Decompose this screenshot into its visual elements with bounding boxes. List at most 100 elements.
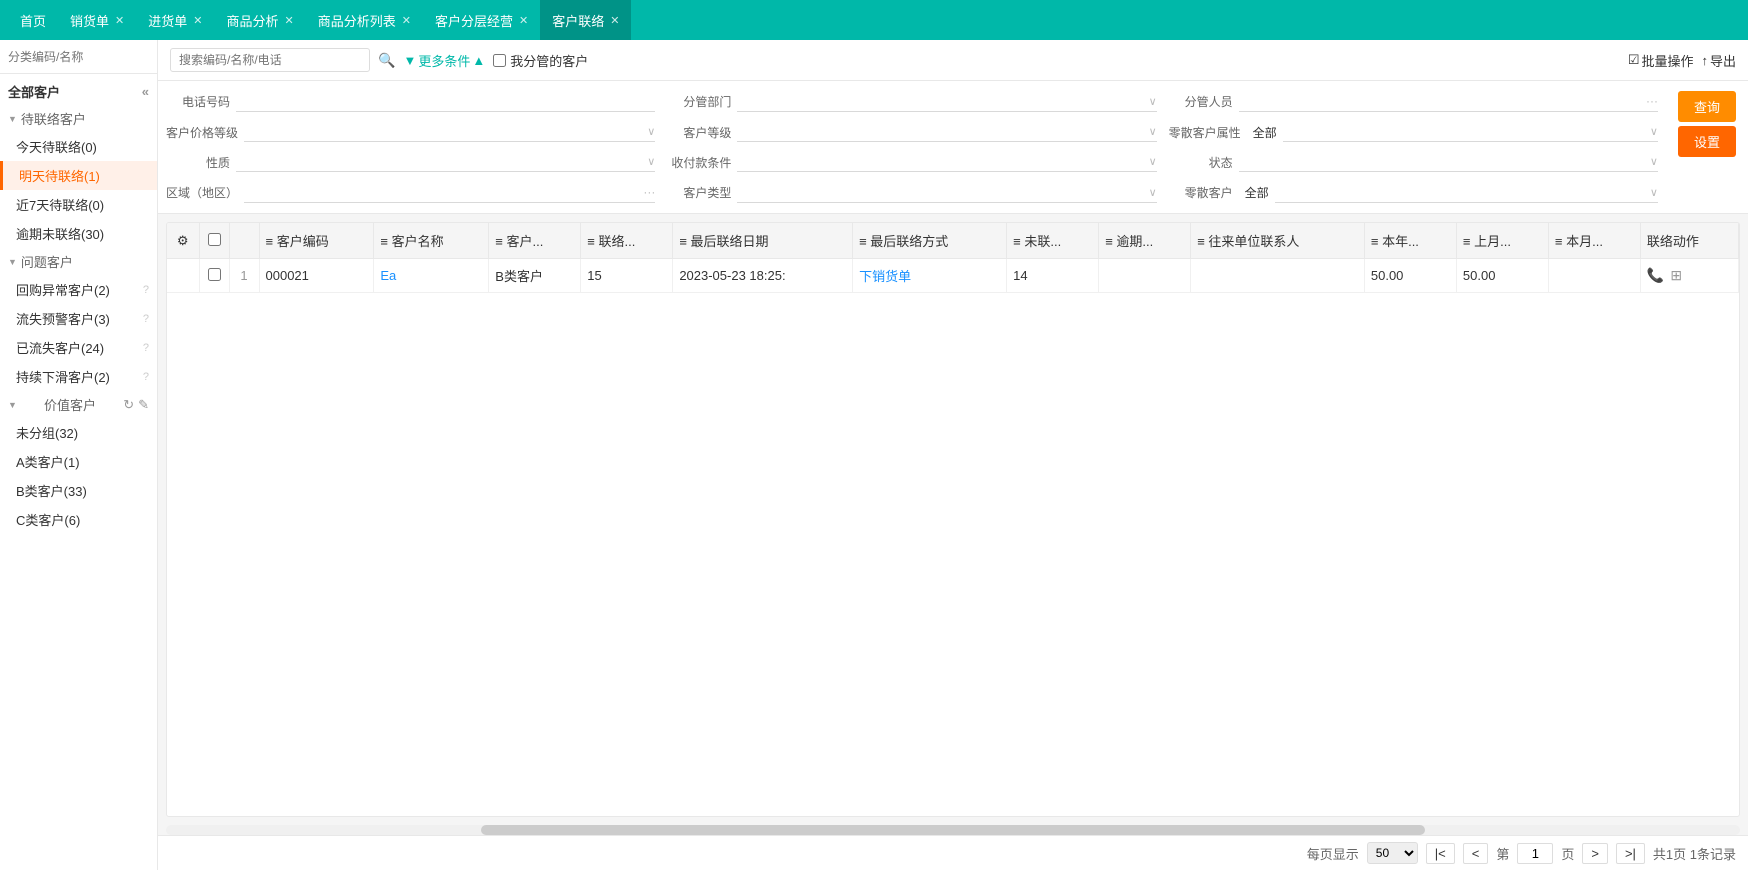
help-icon-lost-risk[interactable]: ? [143, 313, 149, 325]
close-goods-analysis-icon[interactable]: ✕ [285, 14, 294, 27]
filter-search-icon[interactable]: 🔍 [378, 52, 395, 69]
filter-control-region[interactable]: ··· [244, 182, 655, 203]
close-customer-tier-icon[interactable]: ✕ [519, 14, 528, 27]
row-last-date: 2023-05-23 18:25: [673, 259, 853, 293]
select-all-checkbox[interactable] [208, 233, 221, 246]
sidebar-item-class-b[interactable]: B类客户(33) [0, 476, 157, 505]
filter-cell-retail: 零散客户 全部 ∨ [1169, 183, 1670, 203]
close-purchase-icon[interactable]: ✕ [193, 14, 202, 27]
my-customers-checkbox[interactable]: 我分管的客户 [493, 51, 588, 70]
row-code: 000021 [259, 259, 374, 293]
sidebar-item-class-c[interactable]: C类客户(6) [0, 505, 157, 534]
row-last-month: 50.00 [1456, 259, 1548, 293]
settings-button[interactable]: 设置 [1678, 126, 1736, 157]
col-settings[interactable]: ⚙ [167, 223, 199, 259]
value-refresh-icon[interactable]: ↻ [123, 397, 134, 413]
sidebar-group-pending[interactable]: 待联络客户 [0, 105, 157, 132]
filter-input-phone[interactable] [236, 94, 655, 108]
per-page-label: 每页显示 [1307, 844, 1359, 863]
filter-control-dept[interactable]: ∨ [737, 92, 1156, 112]
filter-control-status[interactable]: ∨ [1239, 152, 1658, 172]
filter-search-input[interactable] [170, 48, 370, 72]
col-not-contacted: ≡ 未联... [1007, 223, 1099, 259]
more-action-icon[interactable]: ⊞ [1670, 267, 1682, 284]
export-btn[interactable]: ↑ 导出 [1701, 51, 1736, 70]
sidebar-item-lost[interactable]: 已流失客户(24) ? [0, 333, 157, 362]
page-input[interactable] [1517, 843, 1553, 864]
help-icon-decline[interactable]: ? [143, 371, 149, 383]
sidebar-item-lost-risk[interactable]: 流失预警客户(3) ? [0, 304, 157, 333]
sidebar-search-input[interactable] [8, 50, 158, 64]
data-table-container: ⚙ ≡ 客户编码 ≡ 客户名称 ≡ 客户... [166, 222, 1740, 817]
nav-home[interactable]: 首页 [8, 0, 58, 40]
nav-goods-analysis-list[interactable]: 商品分析列表 ✕ [306, 0, 423, 40]
filter-control-attr[interactable]: ∨ [1283, 122, 1658, 142]
col-this-month: ≡ 本月... [1548, 223, 1640, 259]
filter-control-price-tier[interactable]: ∨ [244, 122, 655, 142]
phone-action-icon[interactable]: 📞 [1647, 267, 1664, 284]
batch-action-btn[interactable]: ☑ 批量操作 [1628, 51, 1694, 70]
row-checkbox[interactable] [208, 268, 221, 281]
last-page-btn[interactable]: >| [1616, 843, 1645, 864]
filter-cell-person: 分管人员 ··· [1169, 91, 1670, 112]
sidebar-item-tomorrow[interactable]: 明天待联络(1) [0, 161, 157, 190]
sidebar-item-class-a[interactable]: A类客户(1) [0, 447, 157, 476]
filter-control-cust-type[interactable]: ∨ [737, 183, 1156, 203]
help-icon-lost[interactable]: ? [143, 342, 149, 354]
filter-label-payment: 收付款条件 [667, 154, 737, 171]
cust-type-chevron: ∨ [1149, 186, 1157, 199]
my-customers-check[interactable] [493, 54, 506, 67]
filter-control-retail[interactable]: ∨ [1275, 183, 1658, 203]
col-unit-contact: ≡ 往来单位联系人 [1191, 223, 1365, 259]
first-page-btn[interactable]: |< [1426, 843, 1455, 864]
nav-goods-analysis[interactable]: 商品分析 ✕ [214, 0, 305, 40]
row-not-contacted: 14 [1007, 259, 1099, 293]
close-goods-analysis-list-icon[interactable]: ✕ [402, 14, 411, 27]
nav-sales[interactable]: 销货单 ✕ [58, 0, 136, 40]
value-edit-icon[interactable]: ✎ [138, 397, 149, 413]
settings-icon[interactable]: ⚙ [177, 233, 189, 248]
close-customer-contact-icon[interactable]: ✕ [610, 14, 619, 27]
next-page-btn[interactable]: > [1582, 843, 1608, 864]
region-dots: ··· [643, 185, 655, 199]
filter-control-payment[interactable]: ∨ [737, 152, 1156, 172]
filter-label-status: 状态 [1169, 154, 1239, 171]
query-button[interactable]: 查询 [1678, 91, 1736, 122]
filter-control-person[interactable]: ··· [1239, 91, 1658, 112]
prev-page-btn[interactable]: < [1463, 843, 1489, 864]
nav-purchase[interactable]: 进货单 ✕ [136, 0, 214, 40]
filter-label-tier: 客户等级 [667, 124, 737, 141]
sidebar-item-ungrouped[interactable]: 未分组(32) [0, 418, 157, 447]
nav-customer-tier[interactable]: 客户分层经营 ✕ [423, 0, 540, 40]
page-label: 第 [1496, 844, 1509, 863]
help-icon-repurchase[interactable]: ? [143, 284, 149, 296]
row-name[interactable]: Ea [374, 259, 489, 293]
more-conditions-btn[interactable]: ▼ 更多条件 ▲ [403, 51, 485, 70]
per-page-select[interactable]: 50 100 200 [1367, 842, 1418, 864]
sidebar-group-value[interactable]: 价值客户 ↻ ✎ [0, 391, 157, 418]
filter-control-tier[interactable]: ∨ [737, 122, 1156, 142]
filter-cell-attr: 零散客户属性 全部 ∨ [1169, 122, 1670, 142]
filter-control-nature[interactable]: ∨ [236, 152, 655, 172]
col-last-month: ≡ 上月... [1456, 223, 1548, 259]
sidebar-item-7days[interactable]: 近7天待联络(0) [0, 190, 157, 219]
nav-customer-contact[interactable]: 客户联络 ✕ [540, 0, 631, 40]
row-overdue [1099, 259, 1191, 293]
sidebar-item-repurchase[interactable]: 回购异常客户(2) ? [0, 275, 157, 304]
filter-label-attr: 零散客户属性 [1169, 124, 1247, 141]
sidebar-item-today[interactable]: 今天待联络(0) [0, 132, 157, 161]
sidebar-item-overdue[interactable]: 逾期未联络(30) [0, 219, 157, 248]
scrollbar-thumb[interactable] [481, 825, 1425, 835]
filter-label-region: 区域（地区） [166, 184, 244, 201]
sidebar-collapse-icon[interactable]: « [142, 84, 149, 99]
row-last-method[interactable]: 下销货单 [853, 259, 1007, 293]
table-header-row: ⚙ ≡ 客户编码 ≡ 客户名称 ≡ 客户... [167, 223, 1739, 259]
sidebar-group-problem[interactable]: 问题客户 [0, 248, 157, 275]
sidebar-item-decline[interactable]: 持续下滑客户(2) ? [0, 362, 157, 391]
col-last-method: ≡ 最后联络方式 [853, 223, 1007, 259]
close-sales-icon[interactable]: ✕ [115, 14, 124, 27]
top-nav: 首页 销货单 ✕ 进货单 ✕ 商品分析 ✕ 商品分析列表 ✕ 客户分层经营 ✕ … [0, 0, 1748, 40]
horizontal-scrollbar[interactable] [166, 825, 1740, 835]
filter-control-phone[interactable] [236, 91, 655, 112]
total-info: 共1页 1条记录 [1653, 844, 1736, 863]
